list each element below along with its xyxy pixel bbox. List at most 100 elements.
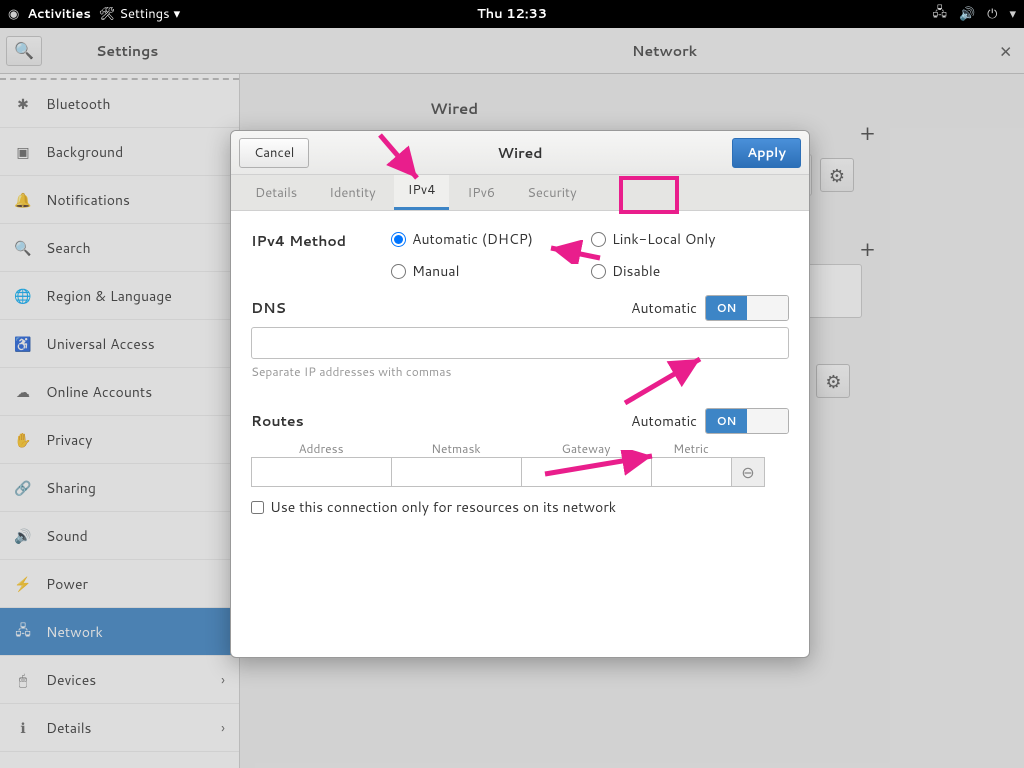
- sidebar-icon: 🔔: [14, 190, 32, 210]
- sidebar-item-label: Bluetooth: [46, 94, 110, 114]
- clock[interactable]: Thu 12:33: [477, 5, 547, 23]
- ipv4-method-auto[interactable]: Automatic (DHCP): [391, 229, 591, 249]
- network-status-icon[interactable]: 🖧: [932, 3, 947, 25]
- sidebar-item-label: Details: [46, 718, 92, 738]
- sidebar-item-details[interactable]: ℹ Details ›: [0, 704, 239, 752]
- sidebar-item-label: Region & Language: [46, 286, 172, 306]
- chevron-right-icon: ›: [221, 670, 225, 690]
- tab-ipv6[interactable]: IPv6: [453, 176, 509, 210]
- radio-manual-label: Manual: [412, 261, 459, 281]
- sidebar-item-online-accounts[interactable]: ☁Online Accounts: [0, 368, 239, 416]
- sidebar-icon: 🖱: [14, 670, 32, 690]
- radio-manual[interactable]: [391, 264, 406, 279]
- route-netmask-input[interactable]: [391, 457, 522, 487]
- dns-automatic-label: Automatic: [631, 298, 697, 318]
- routes-row: ⊖: [251, 457, 789, 487]
- routes-header-metric: Metric: [651, 440, 731, 457]
- activities-button[interactable]: Activities: [27, 5, 91, 23]
- tab-identity[interactable]: Identity: [315, 176, 390, 210]
- sidebar-icon: ℹ: [14, 718, 32, 738]
- sidebar-icon: 🌐: [14, 286, 32, 306]
- route-gateway-input[interactable]: [521, 457, 652, 487]
- sidebar-item-label: Sound: [46, 526, 88, 546]
- search-button[interactable]: 🔍: [6, 36, 42, 66]
- radio-auto[interactable]: [391, 232, 406, 247]
- chevron-down-icon: ▾: [174, 5, 181, 23]
- ipv4-method-manual[interactable]: Manual: [391, 261, 591, 281]
- radio-auto-label: Automatic (DHCP): [412, 229, 533, 249]
- sidebar-item-bluetooth[interactable]: ✱ Bluetooth: [0, 80, 239, 128]
- cancel-button[interactable]: Cancel: [239, 138, 309, 168]
- route-metric-input[interactable]: [651, 457, 732, 487]
- checkbox[interactable]: [251, 501, 264, 514]
- toggle-on-label: ON: [706, 409, 747, 433]
- settings-window-header: 🔍 Settings Network ×: [0, 28, 1024, 74]
- settings-sidebar: ✱ Bluetooth ▣Background 🔔 Notifications 🔍Sear…: [0, 74, 240, 768]
- sidebar-item-label: Notifications: [46, 190, 130, 210]
- sidebar-icon: 🔊: [14, 526, 32, 546]
- connection-editor-dialog: Cancel Wired Apply DetailsIdentityIPv4IP…: [230, 130, 810, 658]
- sidebar-item-label: Devices: [46, 670, 96, 690]
- dns-hint: Separate IP addresses with commas: [251, 363, 789, 380]
- tab-ipv4[interactable]: IPv4: [394, 173, 450, 210]
- route-delete-button[interactable]: ⊖: [731, 457, 765, 487]
- dns-automatic-toggle[interactable]: ON: [705, 295, 789, 321]
- sidebar-icon: ✋: [14, 430, 32, 450]
- dns-section-label: DNS: [251, 298, 286, 318]
- page-title: Network: [632, 41, 697, 61]
- routes-automatic-toggle[interactable]: ON: [705, 408, 789, 434]
- routes-section-label: Routes: [251, 411, 304, 431]
- sidebar-item-label: Sharing: [46, 478, 96, 498]
- sidebar-icon: ☁: [14, 382, 32, 402]
- volume-icon[interactable]: 🔊: [959, 5, 975, 23]
- sidebar-item-power[interactable]: ⚡ Power: [0, 560, 239, 608]
- sidebar-item-devices[interactable]: 🖱 Devices ›: [0, 656, 239, 704]
- apply-button[interactable]: Apply: [732, 138, 801, 168]
- sidebar-title: Settings: [96, 41, 158, 61]
- dns-servers-input[interactable]: [251, 327, 789, 359]
- radio-disable[interactable]: [591, 264, 606, 279]
- proxy-settings-button[interactable]: ⚙: [816, 364, 850, 398]
- sidebar-icon: 🔗: [14, 478, 32, 498]
- sidebar-item-universal-access[interactable]: ♿ Universal Access: [0, 320, 239, 368]
- routes-automatic-label: Automatic: [631, 411, 697, 431]
- dialog-header: Cancel Wired Apply: [231, 131, 809, 175]
- ipv4-method-linklocal[interactable]: Link-Local Only: [591, 229, 771, 249]
- add-vpn-button[interactable]: +: [860, 234, 875, 265]
- sidebar-icon: ✱: [14, 94, 32, 114]
- tab-security[interactable]: Security: [513, 176, 591, 210]
- sidebar-item-background[interactable]: ▣Background: [0, 128, 239, 176]
- tab-details[interactable]: Details: [241, 176, 311, 210]
- sidebar-item-label: Search: [46, 238, 91, 258]
- sidebar-item-sound[interactable]: 🔊 Sound: [0, 512, 239, 560]
- sidebar-item-label: Universal Access: [46, 334, 155, 354]
- sidebar-item-privacy[interactable]: ✋ Privacy: [0, 416, 239, 464]
- radio-disable-label: Disable: [612, 261, 660, 281]
- ipv4-method-disable[interactable]: Disable: [591, 261, 771, 281]
- sidebar-item-notifications[interactable]: 🔔 Notifications: [0, 176, 239, 224]
- sidebar-icon: ⚡: [14, 574, 32, 594]
- sidebar-icon: ♿: [14, 334, 32, 354]
- sidebar-item-sharing[interactable]: 🔗 Sharing: [0, 464, 239, 512]
- radio-linklocal[interactable]: [591, 232, 606, 247]
- add-wired-button[interactable]: +: [860, 118, 875, 149]
- app-menu[interactable]: 🛠 Settings ▾: [99, 5, 180, 23]
- sidebar-item-network[interactable]: 🖧 Network: [0, 608, 239, 656]
- toggle-off-half: [747, 409, 788, 433]
- sidebar-item-label: Power: [46, 574, 88, 594]
- sidebar-icon: 🖧: [14, 620, 32, 644]
- sidebar-item-label: Network: [46, 622, 103, 642]
- settings-icon: 🛠: [99, 5, 116, 23]
- power-icon[interactable]: ⏻: [987, 5, 997, 23]
- sidebar-item-region-language[interactable]: 🌐 Region & Language: [0, 272, 239, 320]
- wired-settings-button[interactable]: ⚙: [820, 158, 854, 192]
- routes-only-resources-checkbox[interactable]: Use this connection only for resources o…: [251, 497, 789, 517]
- close-button[interactable]: ×: [999, 37, 1012, 65]
- route-address-input[interactable]: [251, 457, 392, 487]
- routes-header-address: Address: [251, 440, 391, 457]
- chevron-right-icon: ›: [221, 718, 225, 738]
- sidebar-item-search[interactable]: 🔍Search: [0, 224, 239, 272]
- radio-linklocal-label: Link-Local Only: [612, 229, 716, 249]
- sidebar-item-label: Privacy: [46, 430, 92, 450]
- chevron-down-icon[interactable]: ▾: [1009, 5, 1016, 23]
